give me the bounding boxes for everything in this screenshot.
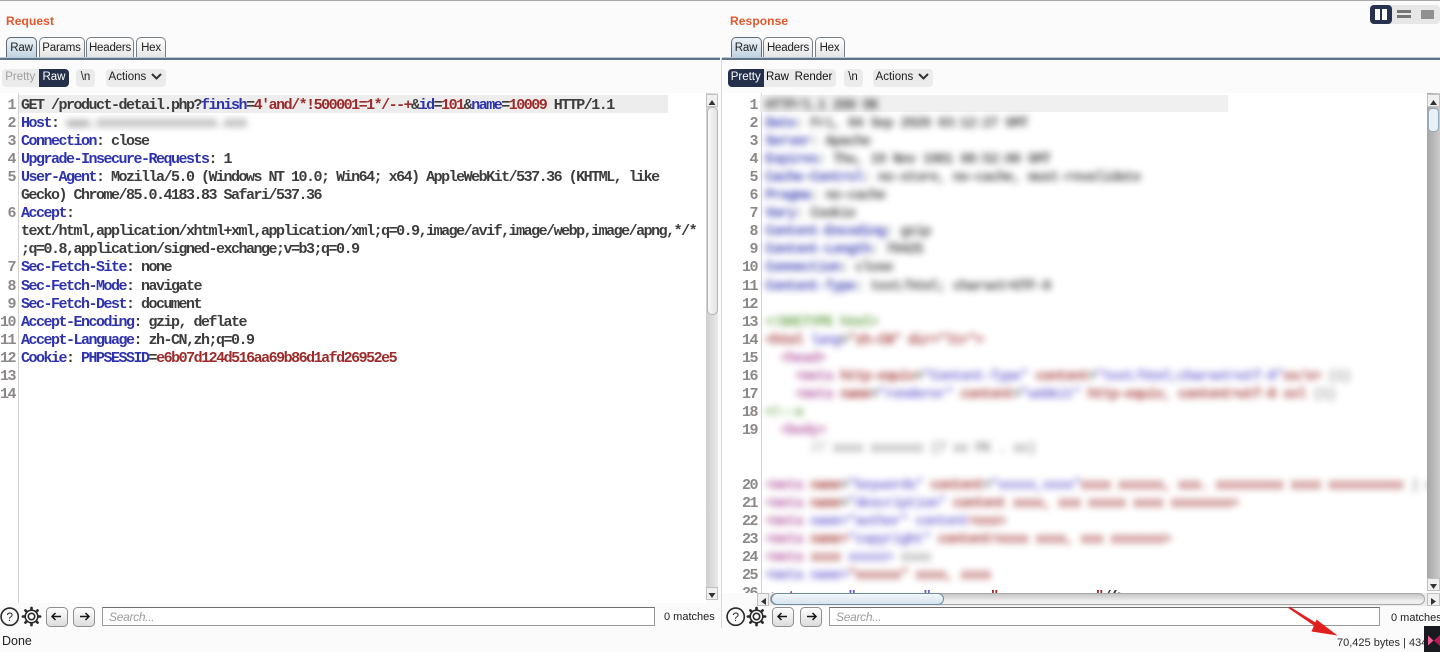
svg-text:?: ? xyxy=(6,610,13,624)
svg-text:?: ? xyxy=(732,610,739,624)
